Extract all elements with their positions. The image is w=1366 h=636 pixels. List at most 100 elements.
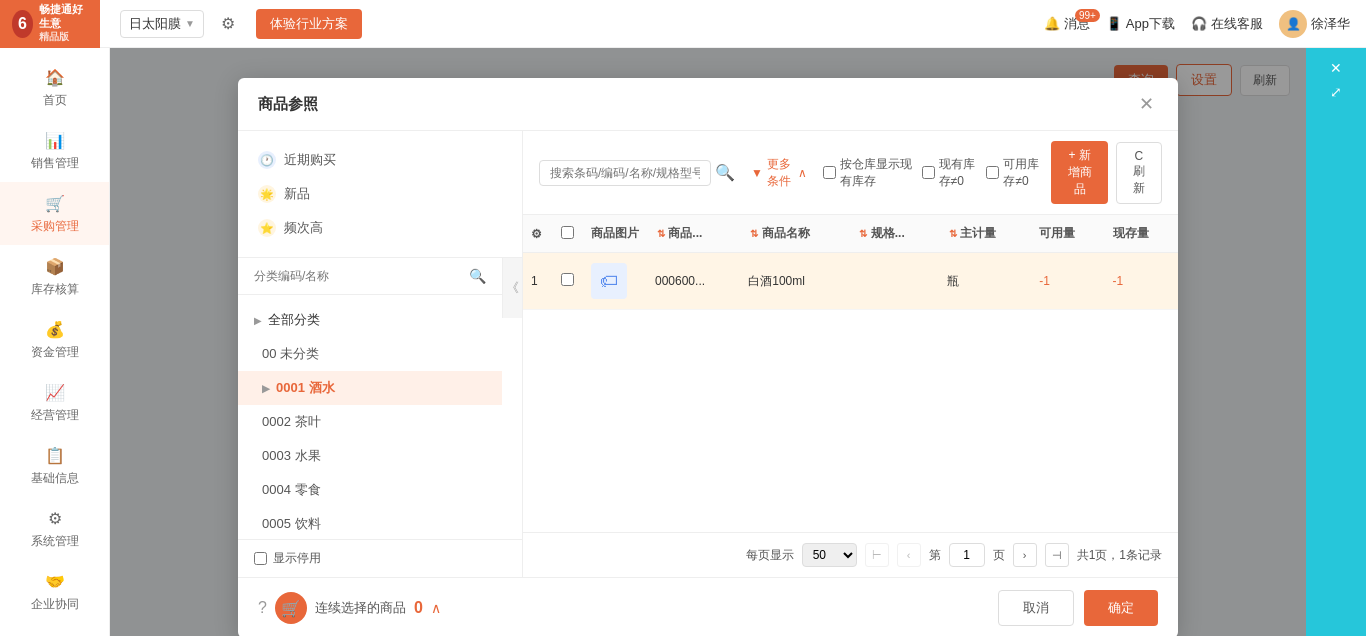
category-uncategorized[interactable]: 00 未分类 — [238, 337, 502, 371]
collapse-panel-button[interactable]: 《 — [502, 258, 522, 318]
confirm-button[interactable]: 确定 — [1084, 590, 1158, 626]
prev-page-button[interactable]: ‹ — [897, 543, 921, 567]
warehouse-filter-label[interactable]: 按仓库显示现有库存 — [823, 156, 914, 190]
sort-icon-spec: ⇅ — [859, 228, 867, 239]
category-search-icon[interactable]: 🔍 — [469, 268, 486, 284]
sidebar-item-sales[interactable]: 📊 销售管理 — [0, 119, 109, 182]
footer-left: ? 🛒 连续选择的商品 0 ∧ — [258, 592, 441, 624]
cart-button[interactable]: 🛒 — [275, 592, 307, 624]
product-search-button[interactable]: 🔍 — [715, 163, 735, 182]
footer-right: 取消 确定 — [998, 590, 1158, 626]
category-liquor[interactable]: ▶ 0001 酒水 — [238, 371, 502, 405]
refresh-table-button[interactable]: C 刷新 — [1116, 142, 1162, 204]
category-uncategorized-label: 00 未分类 — [262, 345, 319, 363]
app-download-item[interactable]: 📱 App下载 — [1106, 15, 1175, 33]
logo-icon: 6 — [12, 10, 33, 38]
page-total-label: 共1页，1条记录 — [1077, 547, 1162, 564]
th-checkbox: ⚙ — [523, 215, 553, 253]
right-panel-expand-button[interactable]: ⤢ — [1330, 84, 1342, 100]
right-panel-close-button[interactable]: ✕ — [1330, 60, 1342, 76]
page-label: 第 — [929, 547, 941, 564]
modal-close-button[interactable]: ✕ — [1134, 92, 1158, 116]
modal-right-panel: 🔍 ▼ 更多条件 ∧ 按仓库显示现有库存 — [523, 131, 1178, 577]
tab-new-products[interactable]: 🌟 新品 — [238, 177, 522, 211]
cancel-button[interactable]: 取消 — [998, 590, 1074, 626]
select-all-checkbox[interactable] — [561, 226, 574, 239]
existing-stock-filter-label[interactable]: 现有库存≠0 — [922, 156, 979, 190]
sidebar-item-home[interactable]: 🏠 首页 — [0, 56, 109, 119]
product-unit: 瓶 — [947, 274, 959, 288]
tab-recent-purchase[interactable]: 🕐 近期购买 — [238, 143, 522, 177]
row-checkbox[interactable] — [561, 273, 574, 286]
product-search-input[interactable] — [539, 160, 711, 186]
settings-icon[interactable]: ⚙ — [212, 8, 244, 40]
category-drinks[interactable]: 0005 饮料 — [238, 507, 502, 539]
notifications-item[interactable]: 🔔 消息 99+ — [1044, 15, 1090, 33]
td-image: 🏷 — [583, 253, 647, 310]
avatar: 👤 — [1279, 10, 1307, 38]
new-icon: 🌟 — [258, 185, 276, 203]
sort-icon-name: ⇅ — [750, 228, 758, 239]
sidebar-item-inventory[interactable]: 📦 库存核算 — [0, 245, 109, 308]
add-product-button[interactable]: + 新增商品 — [1051, 141, 1108, 204]
category-fruit[interactable]: 0003 水果 — [238, 439, 502, 473]
app-download-label: App下载 — [1126, 15, 1175, 33]
available-stock-checkbox[interactable] — [986, 166, 999, 179]
category-tea[interactable]: 0002 茶叶 — [238, 405, 502, 439]
first-page-button[interactable]: ⊢ — [865, 543, 889, 567]
last-page-button[interactable]: ⊣ — [1045, 543, 1069, 567]
tab-frequent[interactable]: ⭐ 频次高 — [238, 211, 522, 245]
sidebar-label-purchase: 采购管理 — [31, 218, 79, 235]
sidebar-item-finance[interactable]: 💰 资金管理 — [0, 308, 109, 371]
available-stock-text: 可用库存≠0 — [1003, 156, 1043, 190]
stock-qty: -1 — [1113, 274, 1124, 288]
th-product-image: 商品图片 — [583, 215, 647, 253]
sidebar-label-collab: 企业协同 — [31, 596, 79, 613]
category-snacks[interactable]: 0004 零食 — [238, 473, 502, 507]
trial-button[interactable]: 体验行业方案 — [256, 9, 362, 39]
sidebar-item-collab[interactable]: 🤝 企业协同 — [0, 560, 109, 623]
sidebar-label-operations: 经营管理 — [31, 407, 79, 424]
page-size-select[interactable]: 50 10 20 100 — [802, 543, 857, 567]
help-icon[interactable]: ? — [258, 599, 267, 617]
collab-icon: 🤝 — [44, 570, 66, 592]
user-name: 徐泽华 — [1311, 15, 1350, 33]
available-stock-filter-label[interactable]: 可用库存≠0 — [986, 156, 1043, 190]
sidebar-item-system[interactable]: ⚙ 系统管理 — [0, 497, 109, 560]
customer-service-item[interactable]: 🎧 在线客服 — [1191, 15, 1263, 33]
more-filters-button[interactable]: ▼ 更多条件 ∧ — [743, 152, 815, 194]
modal-toolbar: 🔍 ▼ 更多条件 ∧ 按仓库显示现有库存 — [523, 131, 1178, 215]
finance-icon: 💰 — [44, 318, 66, 340]
settings-col-icon[interactable]: ⚙ — [531, 227, 542, 241]
existing-stock-checkbox[interactable] — [922, 166, 935, 179]
current-page-input[interactable] — [949, 543, 985, 567]
product-reference-modal: 商品参照 ✕ 🕐 近期购买 🌟 — [238, 78, 1178, 636]
toolbar-right: + 新增商品 C 刷新 — [1051, 141, 1162, 204]
sidebar-item-operations[interactable]: 📈 经营管理 — [0, 371, 109, 434]
product-thumbnail: 🏷 — [591, 263, 627, 299]
sidebar-item-purchase[interactable]: 🛒 采购管理 — [0, 182, 109, 245]
show-disabled-checkbox[interactable] — [254, 552, 267, 565]
th-product-code: ⇅ 商品... — [647, 215, 740, 253]
phone-icon: 📱 — [1106, 16, 1122, 31]
collapse-chevron-icon: 《 — [506, 279, 519, 297]
filter-icon: ▼ — [751, 166, 763, 180]
sidebar-item-basic-info[interactable]: 📋 基础信息 — [0, 434, 109, 497]
footer-collapse-icon[interactable]: ∧ — [431, 600, 441, 616]
table-row[interactable]: 1 🏷 000600... — [523, 253, 1178, 310]
category-search-input[interactable] — [254, 269, 463, 283]
th-product-name: ⇅ 商品名称 — [740, 215, 849, 253]
existing-stock-text: 现有库存≠0 — [939, 156, 979, 190]
user-area[interactable]: 👤 徐泽华 — [1279, 10, 1350, 38]
filter-label: 更多条件 — [767, 156, 794, 190]
branch-label: 日太阳膜 — [129, 15, 181, 33]
page-suffix: 页 — [993, 547, 1005, 564]
available-qty: -1 — [1039, 274, 1050, 288]
next-page-button[interactable]: › — [1013, 543, 1037, 567]
logo: 6 畅捷通好生意 精品版 — [0, 0, 100, 48]
category-all[interactable]: ▶ 全部分类 — [238, 303, 502, 337]
branch-dropdown[interactable]: 日太阳膜 ▼ — [120, 10, 204, 38]
th-available: 可用量 — [1031, 215, 1104, 253]
warehouse-filter-checkbox[interactable] — [823, 166, 836, 179]
sidebar-item-guide[interactable]: 🔔 新手引导 — [0, 623, 109, 636]
